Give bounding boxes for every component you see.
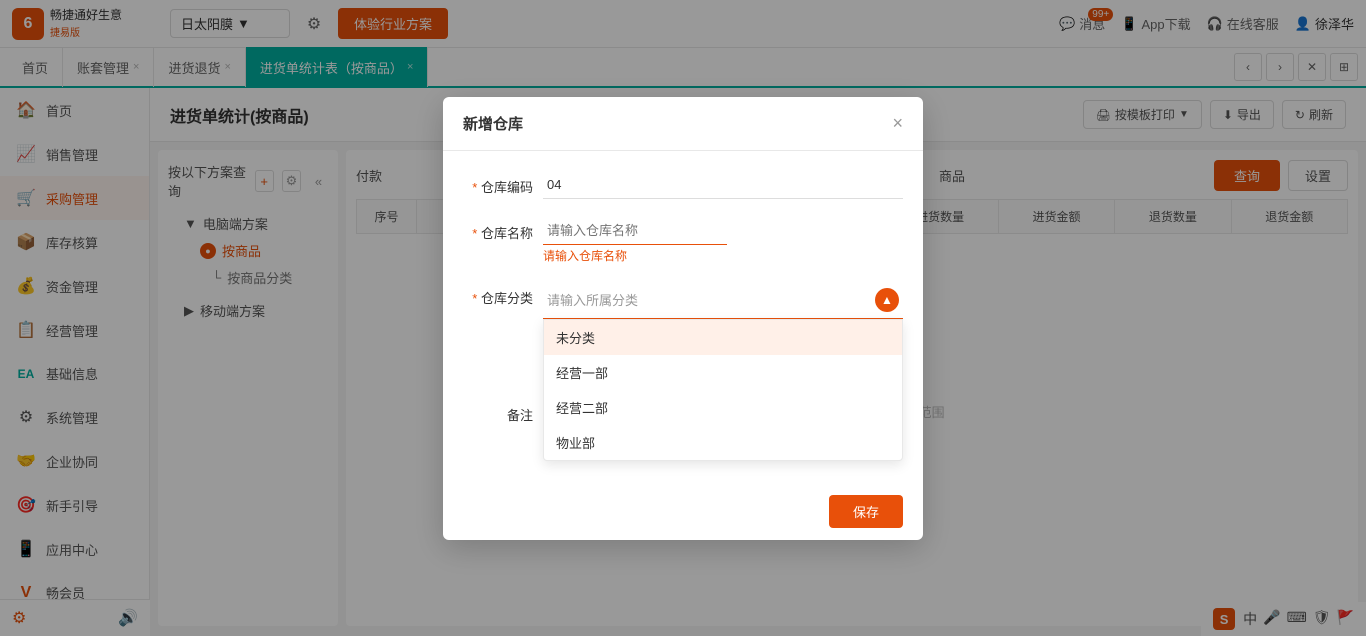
modal-title: 新增仓库 (463, 113, 523, 134)
modal-overlay[interactable]: 新增仓库 × * 仓库编码 * 仓库名称 (0, 0, 1366, 636)
category-select-trigger[interactable]: 请输入所属分类 ▲ (543, 282, 903, 319)
warehouse-name-row: * 仓库名称 请输入仓库名称 (463, 217, 903, 264)
dropdown-item-uncategorized[interactable]: 未分类 (544, 320, 902, 355)
warehouse-name-label: * 仓库名称 (463, 217, 543, 242)
category-up-icon: ▲ (875, 288, 899, 312)
warehouse-name-input[interactable] (543, 217, 727, 245)
category-dropdown: 未分类 经营一部 经营二部 物业部 (543, 319, 903, 461)
warehouse-name-error: 请输入仓库名称 (543, 247, 727, 264)
warehouse-code-label: * 仓库编码 (463, 171, 543, 196)
save-button[interactable]: 保存 (829, 495, 903, 528)
category-placeholder: 请输入所属分类 (547, 290, 638, 309)
modal-close-button[interactable]: × (892, 114, 903, 132)
warehouse-code-row: * 仓库编码 (463, 171, 903, 199)
dropdown-item-dept3[interactable]: 物业部 (544, 425, 902, 460)
warehouse-name-field: 请输入仓库名称 (543, 217, 727, 264)
warehouse-category-label: * 仓库分类 (463, 282, 543, 307)
modal-header: 新增仓库 × (443, 97, 923, 151)
new-warehouse-modal: 新增仓库 × * 仓库编码 * 仓库名称 (443, 97, 923, 540)
dropdown-item-dept2[interactable]: 经营二部 (544, 390, 902, 425)
dropdown-item-dept1[interactable]: 经营一部 (544, 355, 902, 390)
warehouse-category-row: * 仓库分类 请输入所属分类 ▲ 未分类 经营一部 经营二部 物业部 (463, 282, 903, 319)
warehouse-note-label: 备注 (463, 399, 543, 424)
modal-body: * 仓库编码 * 仓库名称 请输入仓库名称 (443, 151, 923, 483)
modal-footer: 保存 (443, 483, 923, 540)
warehouse-category-field: 请输入所属分类 ▲ (543, 282, 903, 319)
warehouse-code-input[interactable] (543, 171, 903, 199)
warehouse-code-field (543, 171, 903, 199)
